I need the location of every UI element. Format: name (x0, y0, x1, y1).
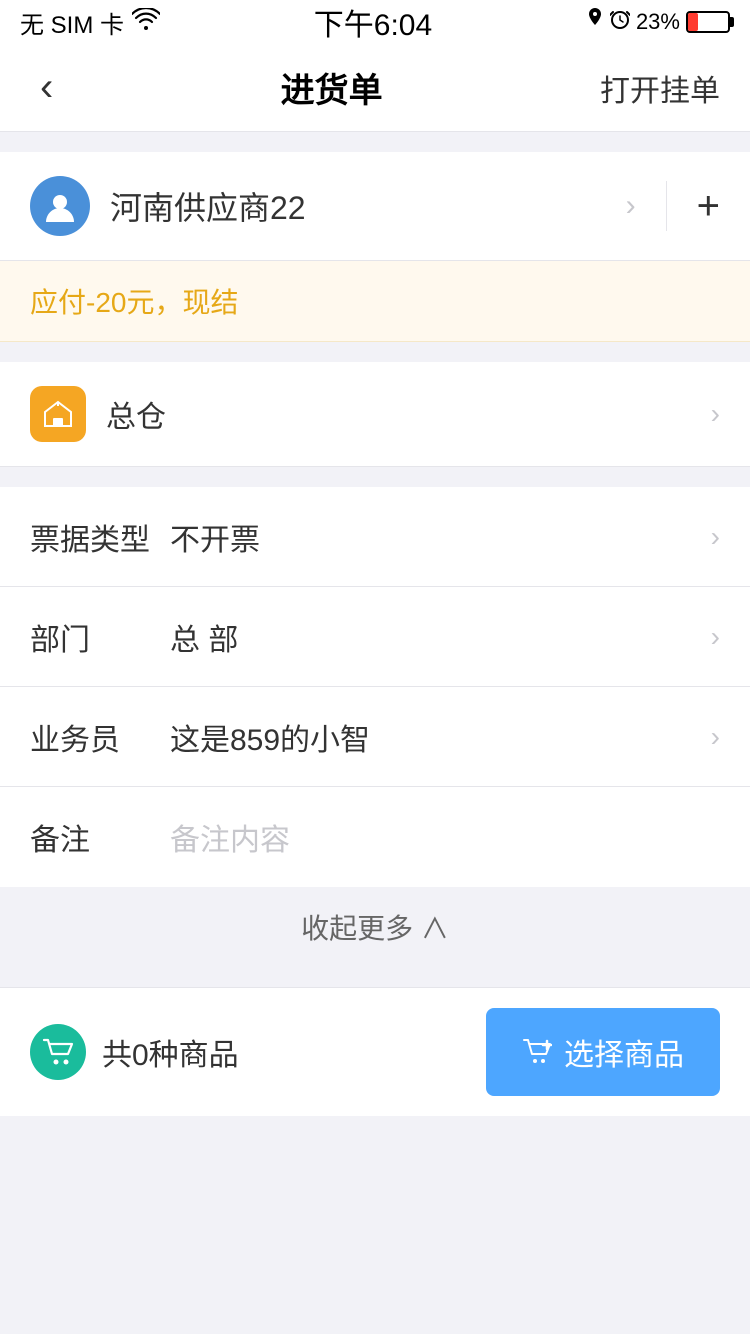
remark-row[interactable]: 备注 备注内容 (0, 787, 750, 887)
product-count-area: 共0种商品 (30, 1024, 239, 1080)
notice-bar: 应付-20元，现结 (0, 261, 750, 342)
battery-percentage: 23% (636, 9, 680, 35)
supplier-row[interactable]: 河南供应商22 › + (0, 152, 750, 261)
supplier-avatar (30, 176, 90, 236)
back-button[interactable]: ‹ (30, 55, 63, 120)
section-gap-4 (0, 967, 750, 987)
supplier-chevron-icon: › (626, 189, 636, 223)
department-value: 总 部 (170, 615, 711, 659)
invoice-type-label: 票据类型 (30, 515, 170, 559)
battery-icon (686, 11, 730, 33)
select-product-button[interactable]: 选择商品 (486, 1008, 720, 1096)
warehouse-row[interactable]: 总仓 › (0, 362, 750, 467)
invoice-type-row[interactable]: 票据类型 不开票 › (0, 487, 750, 587)
select-product-label: 选择商品 (564, 1030, 684, 1074)
collapse-label: 收起更多 ∧ (301, 907, 449, 947)
supplier-divider (666, 181, 667, 231)
department-row[interactable]: 部门 总 部 › (0, 587, 750, 687)
salesperson-value: 这是859的小智 (170, 715, 711, 759)
supplier-add-button[interactable]: + (697, 184, 720, 229)
salesperson-row[interactable]: 业务员 这是859的小智 › (0, 687, 750, 787)
alarm-icon (610, 8, 630, 36)
product-cart-icon (30, 1024, 86, 1080)
status-bar: 无 SIM 卡 下午6:04 23% (0, 0, 750, 44)
salesperson-label: 业务员 (30, 715, 170, 759)
section-gap-1 (0, 132, 750, 152)
invoice-type-value: 不开票 (170, 515, 711, 559)
nav-bar: ‹ 进货单 打开挂单 (0, 44, 750, 132)
wifi-icon (132, 8, 160, 37)
form-section: 票据类型 不开票 › 部门 总 部 › 业务员 这是859的小智 › 备注 备注… (0, 487, 750, 887)
open-pending-button[interactable]: 打开挂单 (600, 66, 720, 110)
warehouse-icon (30, 386, 86, 442)
department-chevron-icon: › (711, 621, 720, 653)
remark-label: 备注 (30, 815, 170, 859)
notice-text: 应付-20元，现结 (30, 287, 238, 318)
bottom-bar: 共0种商品 选择商品 (0, 987, 750, 1116)
sim-text: 无 SIM 卡 (20, 5, 124, 40)
salesperson-chevron-icon: › (711, 721, 720, 753)
product-count-text: 共0种商品 (102, 1030, 239, 1074)
status-right: 23% (586, 8, 730, 36)
supplier-section: 河南供应商22 › + 应付-20元，现结 (0, 152, 750, 342)
remark-placeholder: 备注内容 (170, 815, 720, 859)
supplier-name: 河南供应商22 (110, 183, 626, 229)
page-title: 进货单 (281, 63, 383, 112)
collapse-row[interactable]: 收起更多 ∧ (0, 887, 750, 967)
status-time: 下午6:04 (314, 0, 432, 44)
section-gap-3 (0, 467, 750, 487)
warehouse-section: 总仓 › (0, 362, 750, 467)
warehouse-chevron-icon: › (711, 398, 720, 430)
warehouse-name: 总仓 (106, 392, 711, 436)
invoice-type-chevron-icon: › (711, 521, 720, 553)
department-label: 部门 (30, 615, 170, 659)
location-icon (586, 8, 604, 36)
status-left: 无 SIM 卡 (20, 5, 160, 40)
section-gap-2 (0, 342, 750, 362)
